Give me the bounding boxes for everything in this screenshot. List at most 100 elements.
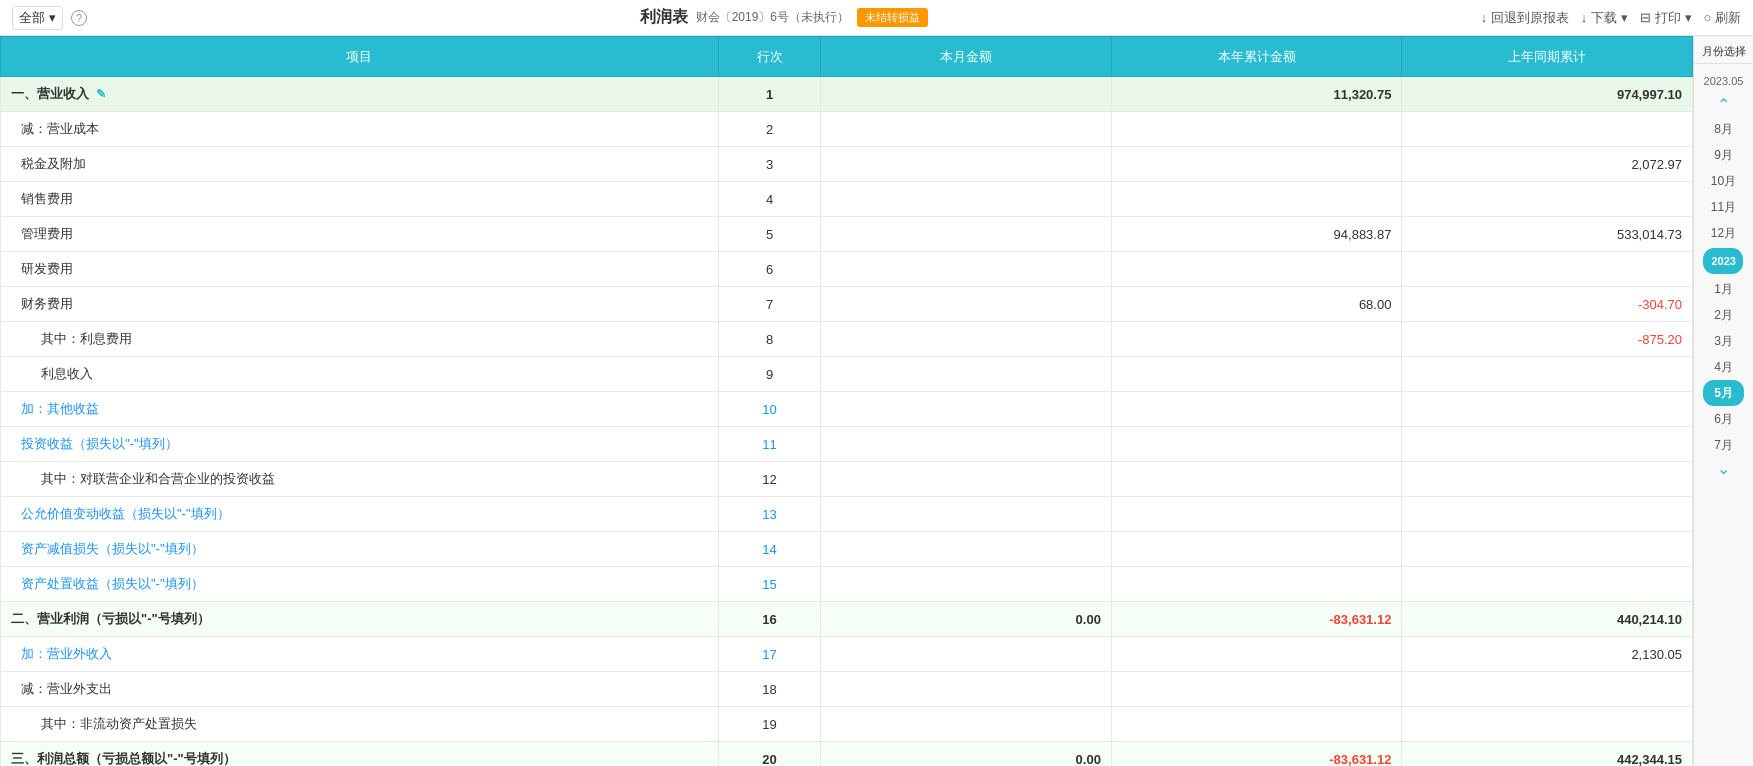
cell-prev: 442,344.15 [1402, 742, 1693, 767]
cell-month [821, 392, 1112, 427]
cell-month [821, 672, 1112, 707]
header-month: 本月金额 [821, 37, 1112, 77]
month-item[interactable]: 5月 [1703, 380, 1744, 406]
breadcrumb-arrow: ▾ [49, 10, 56, 25]
cell-seq: 20 [718, 742, 821, 767]
print-button[interactable]: ⊟ 打印 ▾ [1640, 9, 1692, 27]
cell-prev [1402, 252, 1693, 287]
month-item[interactable]: 4月 [1703, 354, 1744, 380]
breadcrumb-label: 全部 [19, 9, 45, 27]
cell-seq: 10 [718, 392, 821, 427]
cell-seq: 16 [718, 602, 821, 637]
status-badge: 未结转损益 [857, 8, 928, 27]
table-row: 管理费用594,883.87533,014.73 [1, 217, 1693, 252]
cell-month [821, 357, 1112, 392]
cell-item: 其中：非流动资产处置损失 [1, 707, 719, 742]
scroll-up-button[interactable]: ⌃ [1710, 94, 1738, 116]
cell-item: 资产减值损失（损失以"-"填列） [1, 532, 719, 567]
table-row: 其中：非流动资产处置损失19 [1, 707, 1693, 742]
table-row: 税金及附加32,072.97 [1, 147, 1693, 182]
cell-year [1111, 532, 1402, 567]
main-content: 项目 行次 本月金额 本年累计金额 上年同期累计 一、营业收入 ✎111,320… [0, 36, 1753, 766]
cell-month [821, 532, 1112, 567]
month-item[interactable]: 3月 [1703, 328, 1744, 354]
cell-year [1111, 322, 1402, 357]
header-item: 项目 [1, 37, 719, 77]
cell-prev [1402, 182, 1693, 217]
cell-seq: 14 [718, 532, 821, 567]
cell-year [1111, 672, 1402, 707]
cell-year [1111, 497, 1402, 532]
month-item[interactable]: 6月 [1703, 406, 1744, 432]
table-row: 研发费用6 [1, 252, 1693, 287]
cell-seq: 15 [718, 567, 821, 602]
cell-year [1111, 707, 1402, 742]
cell-year: 11,320.75 [1111, 77, 1402, 112]
cell-item: 一、营业收入 ✎ [1, 77, 719, 112]
table-row: 投资收益（损失以"-"填列）11 [1, 427, 1693, 462]
page-title: 利润表 [640, 7, 688, 28]
cell-seq: 3 [718, 147, 821, 182]
cell-month [821, 427, 1112, 462]
month-item[interactable]: 8月 [1703, 116, 1744, 142]
cell-item: 税金及附加 [1, 147, 719, 182]
cell-year [1111, 357, 1402, 392]
table-row: 其中：利息费用8-875.20 [1, 322, 1693, 357]
cell-year [1111, 392, 1402, 427]
download-button[interactable]: ↓ 下载 ▾ [1581, 9, 1628, 27]
top-bar-center: 利润表 财会〔2019〕6号（未执行） 未结转损益 [640, 7, 928, 28]
cell-seq: 5 [718, 217, 821, 252]
top-bar-right: ↓ 回退到原报表 ↓ 下载 ▾ ⊟ 打印 ▾ ○ 刷新 [1481, 9, 1741, 27]
cell-seq: 2 [718, 112, 821, 147]
cell-prev [1402, 672, 1693, 707]
header-prev: 上年同期累计 [1402, 37, 1693, 77]
cell-item: 减：营业外支出 [1, 672, 719, 707]
cell-seq: 1 [718, 77, 821, 112]
cell-seq: 8 [718, 322, 821, 357]
cell-month [821, 497, 1112, 532]
scroll-down-button[interactable]: ⌄ [1710, 458, 1738, 480]
cell-item: 资产处置收益（损失以"-"填列） [1, 567, 719, 602]
cell-prev [1402, 707, 1693, 742]
cell-month: 0.00 [821, 742, 1112, 767]
cell-month [821, 322, 1112, 357]
cell-item: 投资收益（损失以"-"填列） [1, 427, 719, 462]
cell-month [821, 637, 1112, 672]
cell-prev: 2,130.05 [1402, 637, 1693, 672]
cell-month [821, 462, 1112, 497]
month-item[interactable]: 10月 [1703, 168, 1744, 194]
month-item[interactable]: 12月 [1703, 220, 1744, 246]
breadcrumb-select[interactable]: 全部 ▾ [12, 6, 63, 30]
month-item[interactable]: 9月 [1703, 142, 1744, 168]
cell-year [1111, 147, 1402, 182]
table-row: 三、利润总额（亏损总额以"-"号填列）200.00-83,631.12442,3… [1, 742, 1693, 767]
cell-seq: 13 [718, 497, 821, 532]
cell-year [1111, 182, 1402, 217]
month-item[interactable]: 2月 [1703, 302, 1744, 328]
cell-month [821, 147, 1112, 182]
cell-month [821, 182, 1112, 217]
cell-prev: 440,214.10 [1402, 602, 1693, 637]
month-item[interactable]: 2023 [1703, 248, 1743, 274]
month-item[interactable]: 11月 [1703, 194, 1744, 220]
cell-year [1111, 112, 1402, 147]
cell-year: 94,883.87 [1111, 217, 1402, 252]
back-button[interactable]: ↓ 回退到原报表 [1481, 9, 1569, 27]
table-row: 财务费用768.00-304.70 [1, 287, 1693, 322]
cell-prev [1402, 532, 1693, 567]
table-area: 项目 行次 本月金额 本年累计金额 上年同期累计 一、营业收入 ✎111,320… [0, 36, 1693, 766]
cell-item: 公允价值变动收益（损失以"-"填列） [1, 497, 719, 532]
month-item[interactable]: 1月 [1703, 276, 1744, 302]
cell-year [1111, 637, 1402, 672]
cell-prev [1402, 567, 1693, 602]
month-item[interactable]: 7月 [1703, 432, 1744, 458]
table-row: 其中：对联营企业和合营企业的投资收益12 [1, 462, 1693, 497]
cell-prev [1402, 462, 1693, 497]
help-icon[interactable]: ? [71, 10, 87, 26]
edit-icon[interactable]: ✎ [93, 87, 106, 101]
cell-year [1111, 427, 1402, 462]
refresh-button[interactable]: ○ 刷新 [1704, 9, 1741, 27]
header-seq: 行次 [718, 37, 821, 77]
cell-prev: -304.70 [1402, 287, 1693, 322]
cell-item: 销售费用 [1, 182, 719, 217]
